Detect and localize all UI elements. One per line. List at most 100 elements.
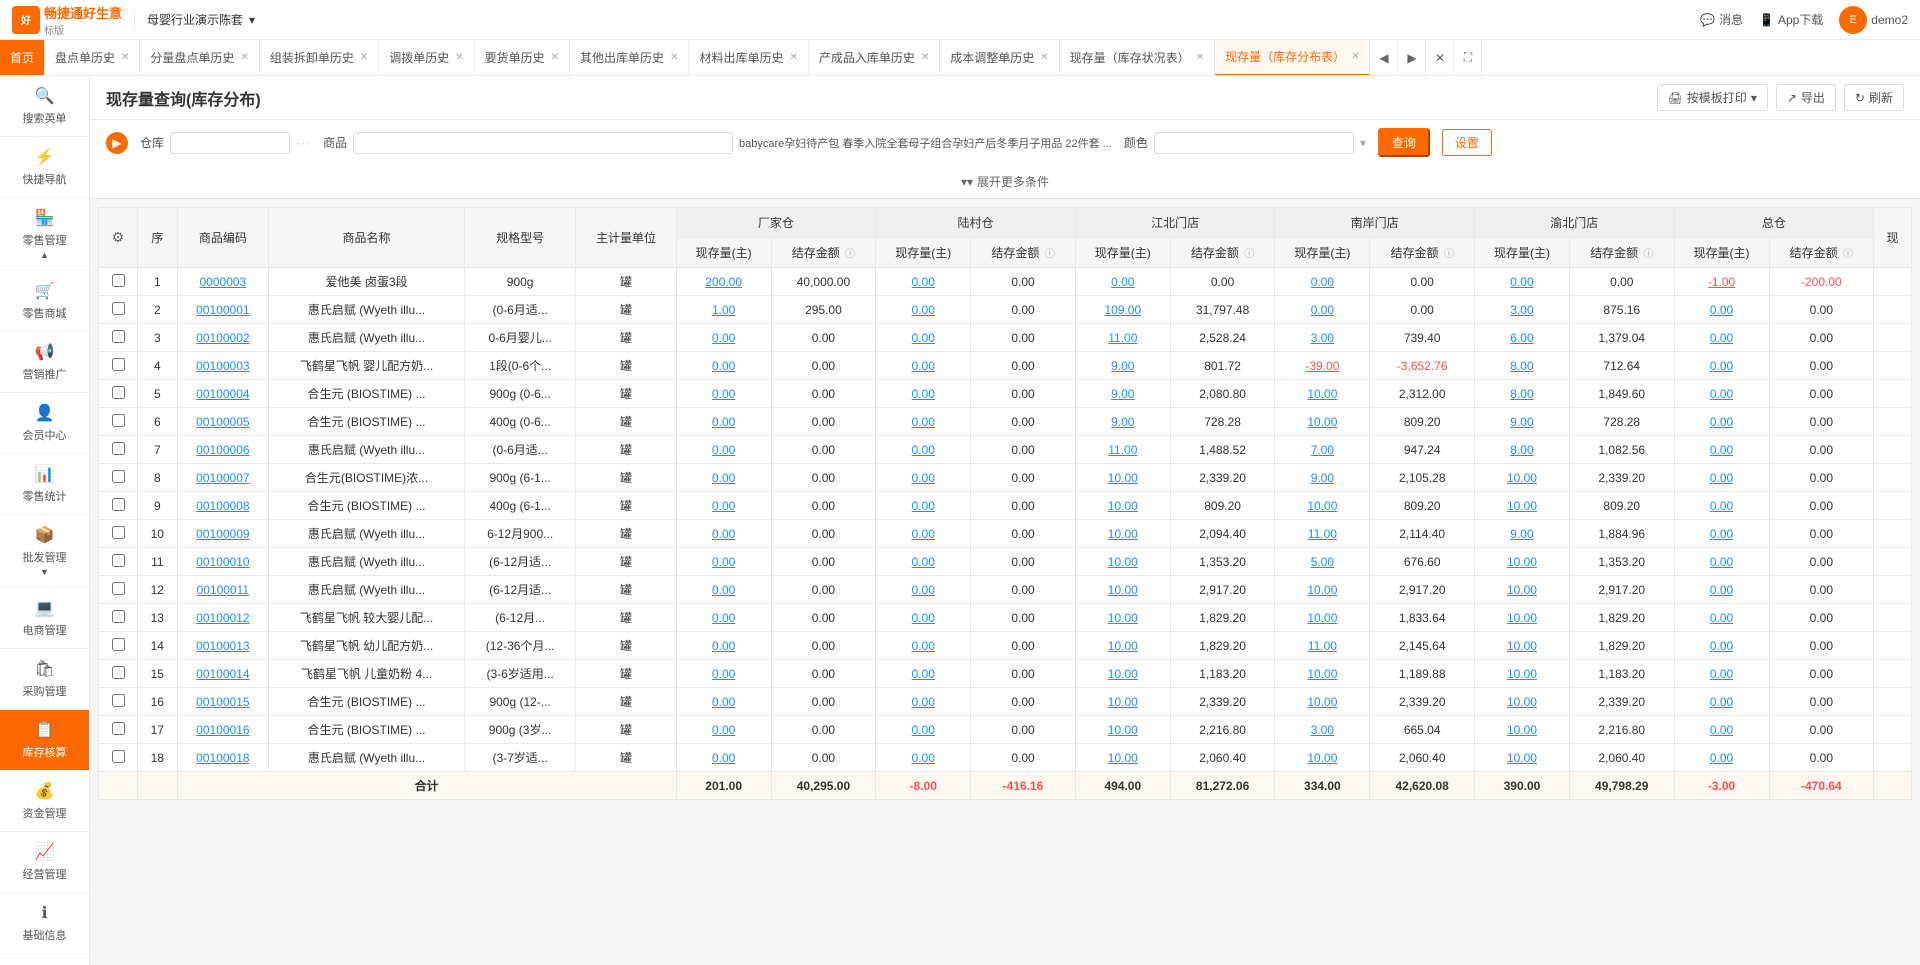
sidebar-item-search[interactable]: 🔍 搜索英单 xyxy=(0,76,89,137)
sidebar-item-marketing[interactable]: 📢 营销推广 xyxy=(0,332,89,393)
app-download-btn[interactable]: 📱 App下载 xyxy=(1759,11,1823,28)
tab-material-out[interactable]: 材料出库单历史 ✕ xyxy=(689,40,808,76)
logo-area: 好 畅捷通好生意 标版 xyxy=(12,3,122,37)
tab-inventory-check[interactable]: 盘点单历史 ✕ xyxy=(45,40,140,76)
sidebar-item-basic-info[interactable]: ℹ 基础信息 xyxy=(0,893,89,954)
tab-stock-status[interactable]: 现存量（库存状况表） ✕ xyxy=(1060,40,1215,76)
row-checkbox[interactable] xyxy=(99,464,138,492)
close-icon[interactable]: ✕ xyxy=(1351,51,1359,62)
sidebar-item-purchase[interactable]: 🛍 采购管理 xyxy=(0,649,89,710)
export-btn[interactable]: ↗ 导出 xyxy=(1776,84,1836,111)
row-checkbox[interactable] xyxy=(99,268,138,296)
row-no: 4 xyxy=(138,352,178,380)
print-btn[interactable]: 🖨 按模板打印 ▾ xyxy=(1657,84,1768,111)
row-checkbox[interactable] xyxy=(99,436,138,464)
inventory-icon: 📋 xyxy=(35,720,55,740)
cell-value: 809.20 xyxy=(1370,408,1475,436)
row-unit: 罐 xyxy=(576,464,676,492)
tab-assemble[interactable]: 组装拆卸单历史 ✕ xyxy=(260,40,379,76)
sidebar-item-wholesale[interactable]: 📦 批发管理 ▼ xyxy=(0,515,89,588)
expand-arrow-btn[interactable]: ▶ xyxy=(106,132,128,154)
sidebar-item-operations[interactable]: 📈 经营管理 xyxy=(0,832,89,893)
cell-value: -200.00 xyxy=(1769,268,1874,296)
tab-stock-distribution[interactable]: 现存量（库存分布表） ✕ xyxy=(1215,40,1370,76)
close-icon[interactable]: ✕ xyxy=(1040,52,1048,63)
tab-label: 成本调整单历史 xyxy=(950,49,1034,66)
row-checkbox[interactable] xyxy=(99,688,138,716)
row-checkbox[interactable] xyxy=(99,324,138,352)
tab-prev-btn[interactable]: ◀ xyxy=(1370,40,1398,76)
sidebar-item-member[interactable]: 👤 会员中心 xyxy=(0,393,89,454)
close-icon[interactable]: ✕ xyxy=(789,52,797,63)
tab-fullscreen-btn[interactable]: ⛶ xyxy=(1454,40,1482,76)
refresh-btn[interactable]: ↻ 刷新 xyxy=(1844,84,1904,111)
row-checkbox[interactable] xyxy=(99,632,138,660)
close-icon[interactable]: ✕ xyxy=(360,52,368,63)
table-container[interactable]: ⚙ 序 商品编码 商品名称 规格型号 主计量单位 厂家仓 陆村仓 江北门店 南岸… xyxy=(90,199,1920,965)
chart-icon: 📊 xyxy=(35,464,55,484)
cell-value: 2,917.20 xyxy=(1170,576,1275,604)
close-icon[interactable]: ✕ xyxy=(670,52,678,63)
row-checkbox[interactable] xyxy=(99,548,138,576)
row-checkbox[interactable] xyxy=(99,492,138,520)
row-name: 合生元 (BIOSTIME) ... xyxy=(269,716,465,744)
tab-order[interactable]: 要货单历史 ✕ xyxy=(475,40,570,76)
info-icon[interactable]: ⓘ xyxy=(1843,249,1853,260)
row-checkbox[interactable] xyxy=(99,576,138,604)
message-btn[interactable]: 💬 消息 xyxy=(1700,11,1743,28)
close-icon[interactable]: ✕ xyxy=(1196,52,1204,63)
settings-icon[interactable]: ⚙ xyxy=(112,229,125,245)
row-checkbox[interactable] xyxy=(99,744,138,772)
close-icon[interactable]: ✕ xyxy=(455,52,463,63)
goods-input[interactable] xyxy=(353,132,733,154)
tab-transfer[interactable]: 调拨单历史 ✕ xyxy=(379,40,474,76)
tab-partial-check[interactable]: 分量盘点单历史 ✕ xyxy=(140,40,259,76)
info-icon[interactable]: ⓘ xyxy=(1244,249,1254,260)
nav-dropdown[interactable]: 母婴行业演示陈套 ▾ xyxy=(147,11,255,28)
query-btn[interactable]: 查询 xyxy=(1378,128,1430,157)
close-icon[interactable]: ✕ xyxy=(121,52,129,63)
row-checkbox[interactable] xyxy=(99,296,138,324)
settings-btn[interactable]: 设置 xyxy=(1442,129,1492,156)
warehouse-input[interactable] xyxy=(170,132,290,154)
sidebar-item-finance[interactable]: 💰 资金管理 xyxy=(0,771,89,832)
info-icon[interactable]: ⓘ xyxy=(845,249,855,260)
sidebar-item-quicknav[interactable]: ⚡ 快捷导航 xyxy=(0,137,89,198)
col-na-amt: 结存金额 ⓘ xyxy=(1370,238,1475,268)
tab-outbound[interactable]: 其他出库单历史 ✕ xyxy=(570,40,689,76)
user-avatar-btn[interactable]: E demo2 xyxy=(1839,6,1908,34)
row-checkbox[interactable] xyxy=(99,408,138,436)
tab-product-in[interactable]: 产成品入库单历史 ✕ xyxy=(809,40,940,76)
sidebar-item-retail-mgmt[interactable]: 🏪 零售管理 ▲ xyxy=(0,198,89,271)
close-icon[interactable]: ✕ xyxy=(551,52,559,63)
cell-value: 9.00 xyxy=(1075,408,1170,436)
row-checkbox[interactable] xyxy=(99,660,138,688)
close-icon[interactable]: ✕ xyxy=(240,52,248,63)
expand-more-btn[interactable]: ▾▾ 展开更多条件 xyxy=(961,173,1049,190)
row-checkbox[interactable] xyxy=(99,604,138,632)
row-checkbox[interactable] xyxy=(99,520,138,548)
row-checkbox[interactable] xyxy=(99,716,138,744)
color-input[interactable] xyxy=(1154,132,1354,154)
tab-cost-adjust[interactable]: 成本调整单历史 ✕ xyxy=(940,40,1059,76)
col-settings-header[interactable]: ⚙ xyxy=(99,208,138,268)
info-icon[interactable]: ⓘ xyxy=(1045,249,1055,260)
tab-close-all-btn[interactable]: ✕ xyxy=(1426,40,1454,76)
sidebar-item-ecommerce[interactable]: 💻 电商管理 xyxy=(0,588,89,649)
row-checkbox[interactable] xyxy=(99,380,138,408)
chevron-down-icon: ▾ xyxy=(1360,136,1366,150)
sidebar-item-retail-mall[interactable]: 🛒 零售商城 xyxy=(0,271,89,332)
row-spec: 900g xyxy=(464,268,576,296)
cell-value: 1,849.60 xyxy=(1569,380,1674,408)
sidebar-item-system[interactable]: ⚙ 系统管理 xyxy=(0,954,89,965)
sidebar-item-inventory[interactable]: 📋 库存核算 xyxy=(0,710,89,771)
tab-home[interactable]: 首页 xyxy=(0,40,45,76)
brand-sub: 标版 xyxy=(44,22,64,37)
info-icon[interactable]: ⓘ xyxy=(1444,249,1454,260)
info-icon[interactable]: ⓘ xyxy=(1643,249,1653,260)
row-checkbox[interactable] xyxy=(99,352,138,380)
tab-next-btn[interactable]: ▶ xyxy=(1398,40,1426,76)
close-icon[interactable]: ✕ xyxy=(921,52,929,63)
sidebar-item-retail-stats[interactable]: 📊 零售统计 xyxy=(0,454,89,515)
row-code: 00100010 xyxy=(177,548,269,576)
